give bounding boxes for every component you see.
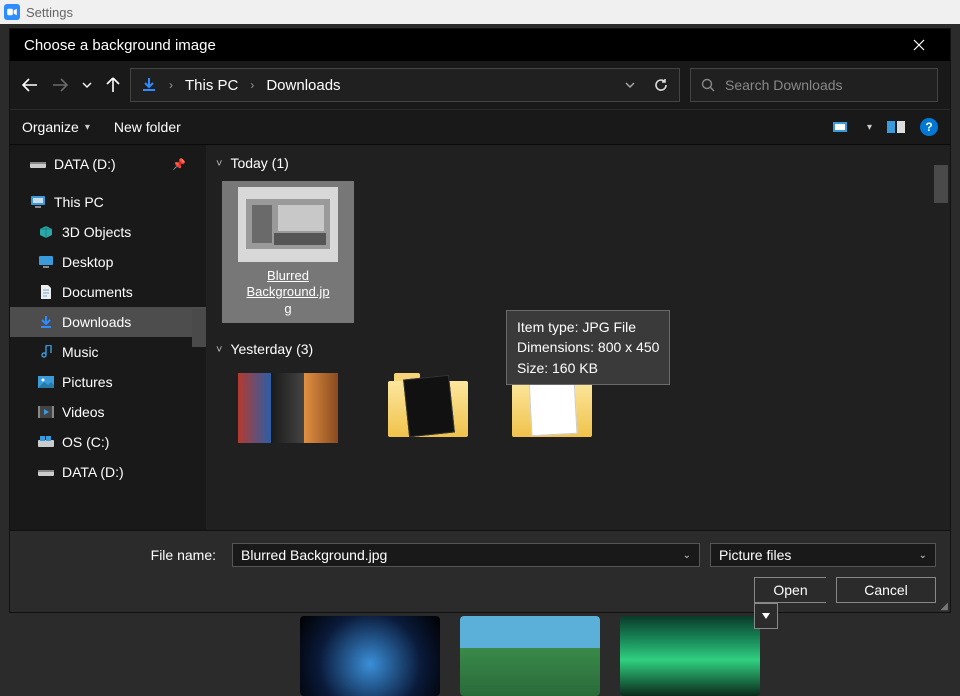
file-thumbnail xyxy=(238,187,338,262)
dialog-bottom-bar: File name: Blurred Background.jpg ⌄ Pict… xyxy=(10,530,950,612)
nav-recent-dropdown[interactable] xyxy=(82,81,92,89)
this-pc-icon xyxy=(30,195,46,209)
chevron-down-icon: ⌄ xyxy=(919,550,927,561)
parent-window-title: Settings xyxy=(26,5,73,20)
music-icon xyxy=(38,345,54,359)
preview-pane-button[interactable] xyxy=(886,119,906,135)
pin-icon: 📌 xyxy=(172,158,186,171)
tree-data-d[interactable]: DATA (D:) xyxy=(10,457,206,487)
help-button[interactable]: ? xyxy=(920,118,938,136)
folder-yesterday-1[interactable] xyxy=(378,367,478,449)
videos-icon xyxy=(38,405,54,419)
content-scrollbar-thumb[interactable] xyxy=(934,165,948,203)
folder-icon xyxy=(388,373,468,437)
group-today-header[interactable]: ˅ Today (1) xyxy=(206,145,950,177)
nav-arrows xyxy=(22,77,120,93)
close-icon xyxy=(913,39,925,51)
address-bar[interactable]: › This PC › Downloads xyxy=(130,68,680,102)
dialog-body: DATA (D:) 📌 This PC 3D Objects Desktop D… xyxy=(10,145,950,530)
navigation-tree[interactable]: DATA (D:) 📌 This PC 3D Objects Desktop D… xyxy=(10,145,206,530)
tree-scrollbar-thumb[interactable] xyxy=(192,309,206,347)
open-button[interactable]: Open xyxy=(754,577,826,603)
view-mode-button[interactable] xyxy=(833,119,853,135)
tree-this-pc[interactable]: This PC xyxy=(10,187,206,217)
breadcrumb-current[interactable]: Downloads xyxy=(266,77,340,94)
search-icon xyxy=(701,78,715,92)
nav-up-button[interactable] xyxy=(106,77,120,93)
tree-desktop[interactable]: Desktop xyxy=(10,247,206,277)
chevron-down-icon[interactable]: ▾ xyxy=(867,122,872,133)
file-name-label: File name: xyxy=(24,547,222,563)
new-folder-button[interactable]: New folder xyxy=(114,119,181,135)
tree-pinned-data-d[interactable]: DATA (D:) 📌 xyxy=(10,149,206,179)
chevron-down-icon[interactable]: ⌄ xyxy=(683,550,691,561)
open-dropdown-button[interactable] xyxy=(754,603,778,629)
file-blurred-background[interactable]: BlurredBackground.jpg xyxy=(222,181,354,323)
tree-downloads[interactable]: Downloads xyxy=(10,307,206,337)
chevron-down-icon: ˅ xyxy=(216,158,222,170)
refresh-button[interactable] xyxy=(653,77,669,93)
zoom-app-icon xyxy=(4,4,20,20)
nav-forward-button[interactable] xyxy=(52,78,68,92)
triangle-down-icon xyxy=(762,613,770,619)
chevron-right-icon: › xyxy=(169,78,173,92)
pictures-icon xyxy=(38,375,54,389)
file-yesterday-1[interactable] xyxy=(222,367,354,449)
resize-grip[interactable]: ◢ xyxy=(940,605,946,609)
parent-titlebar: Settings xyxy=(0,0,960,24)
close-button[interactable] xyxy=(898,29,940,61)
dialog-titlebar: Choose a background image xyxy=(10,29,950,61)
file-type-filter[interactable]: Picture files ⌄ xyxy=(710,543,936,567)
tree-3d-objects[interactable]: 3D Objects xyxy=(10,217,206,247)
chevron-down-icon: ▾ xyxy=(85,122,90,133)
chevron-down-icon: ˅ xyxy=(216,344,222,356)
file-tooltip: Item type: JPG File Dimensions: 800 x 45… xyxy=(506,310,670,385)
file-open-dialog: Choose a background image › This PC › Do… xyxy=(9,28,951,613)
3d-objects-icon xyxy=(38,225,54,239)
file-name-input[interactable]: Blurred Background.jpg ⌄ xyxy=(232,543,700,567)
chevron-right-icon: › xyxy=(250,78,254,92)
organize-menu[interactable]: Organize ▾ xyxy=(22,119,90,135)
address-history-dropdown[interactable] xyxy=(625,81,635,89)
tree-pictures[interactable]: Pictures xyxy=(10,367,206,397)
drive-icon xyxy=(30,157,46,171)
downloads-location-icon xyxy=(141,77,157,93)
dialog-toolbar: Organize ▾ New folder ▾ ? xyxy=(10,109,950,145)
breadcrumb-root[interactable]: This PC xyxy=(185,77,238,94)
tree-documents[interactable]: Documents xyxy=(10,277,206,307)
tree-os-c[interactable]: OS (C:) xyxy=(10,427,206,457)
open-split-button: Open xyxy=(754,577,826,629)
file-thumbnail xyxy=(238,373,338,443)
drive-icon xyxy=(38,465,54,479)
documents-icon xyxy=(38,285,54,299)
search-box[interactable] xyxy=(690,68,938,102)
drive-icon xyxy=(38,435,54,449)
nav-back-button[interactable] xyxy=(22,78,38,92)
downloads-icon xyxy=(38,315,54,329)
dialog-title: Choose a background image xyxy=(24,37,216,54)
tree-videos[interactable]: Videos xyxy=(10,397,206,427)
file-list-pane[interactable]: ˅ Today (1) BlurredBackground.jpg xyxy=(206,145,950,530)
file-label: BlurredBackground.jpg xyxy=(246,268,329,317)
desktop-icon xyxy=(38,255,54,269)
tree-music[interactable]: Music xyxy=(10,337,206,367)
navigation-row: › This PC › Downloads xyxy=(10,61,950,109)
search-input[interactable] xyxy=(725,77,927,93)
cancel-button[interactable]: Cancel xyxy=(836,577,936,603)
